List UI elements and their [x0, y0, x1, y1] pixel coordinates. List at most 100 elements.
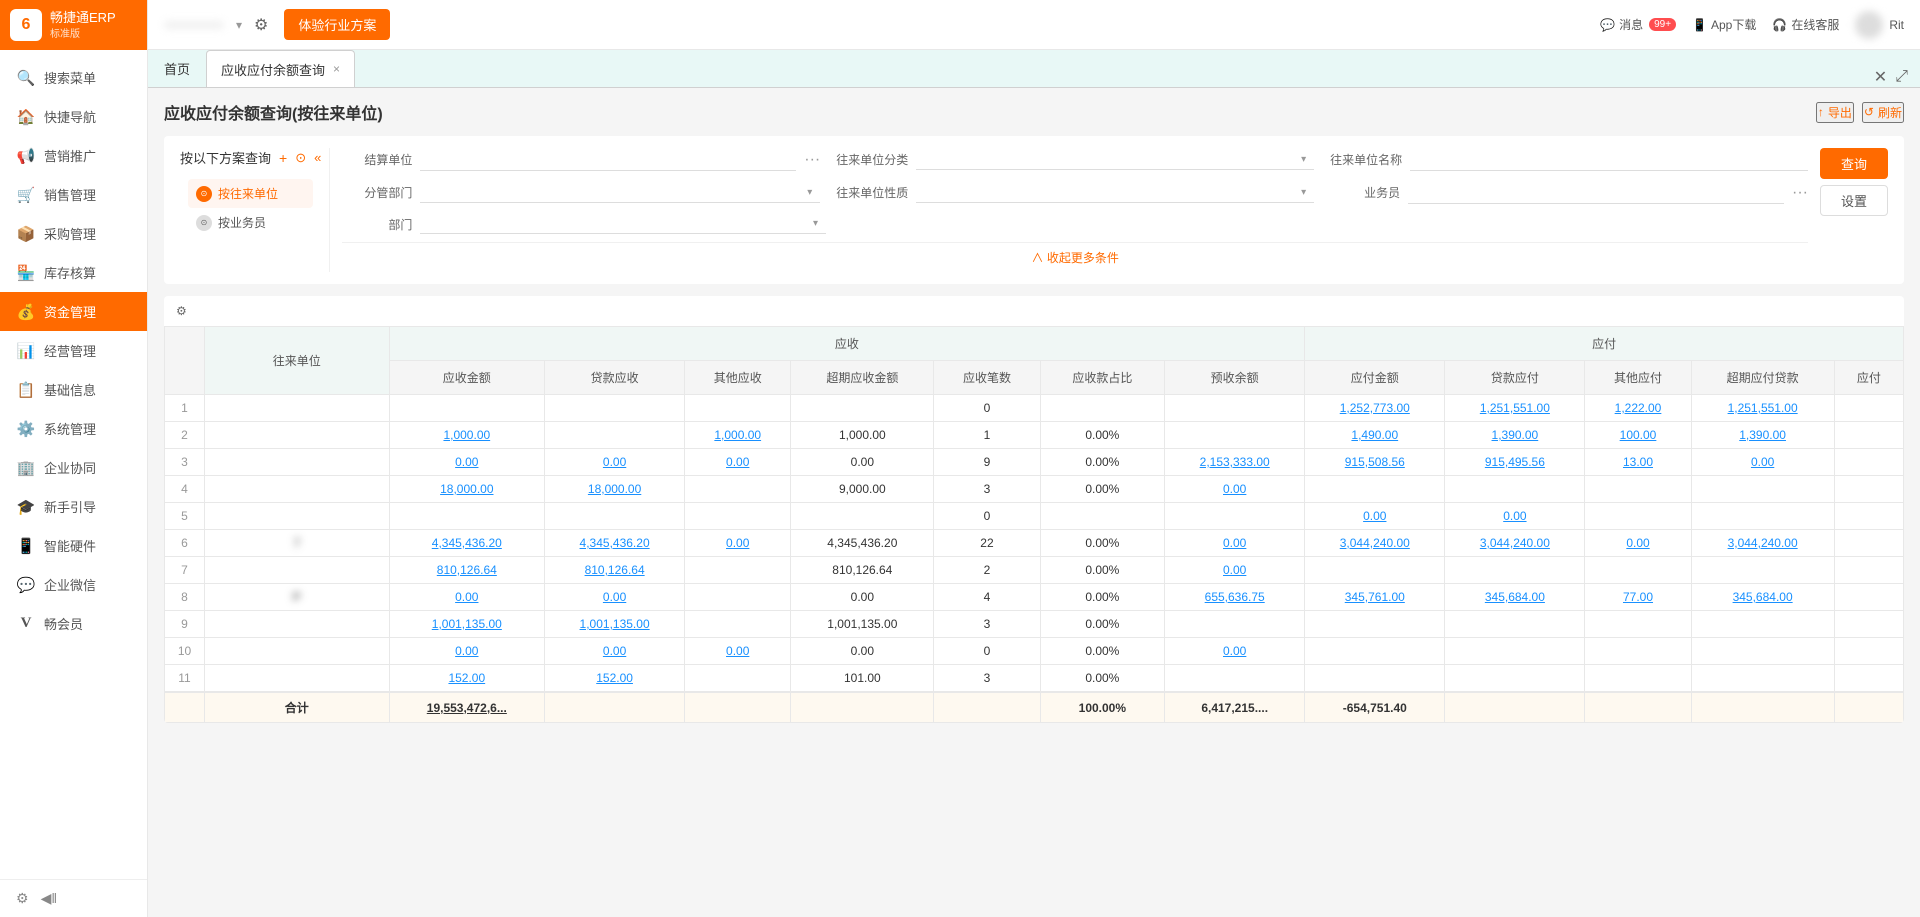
header-gear-icon[interactable]: ⚙ [254, 15, 268, 35]
sidebar-item-inventory[interactable]: 🏪 库存核算 [0, 253, 147, 292]
cell-ap-loan[interactable]: 915,495.56 [1445, 449, 1585, 476]
tab-close-btn[interactable]: × [333, 62, 340, 76]
tab-home[interactable]: 首页 [148, 50, 206, 87]
filter-nav-by-salesperson[interactable]: ⊙ 按业务员 [188, 208, 313, 237]
partner-name-input[interactable] [1410, 148, 1808, 171]
settlement-unit-input[interactable] [420, 148, 796, 171]
cell-ap-overdue[interactable]: 0.00 [1691, 449, 1834, 476]
cell-ap-loan[interactable]: 1,390.00 [1445, 422, 1585, 449]
sidebar-item-hardware[interactable]: 📱 智能硬件 [0, 526, 147, 565]
cell-ap-other[interactable]: 77.00 [1585, 584, 1691, 611]
promo-button[interactable]: 体验行业方案 [284, 9, 390, 40]
cell-ar-amount[interactable]: 0.00 [389, 449, 544, 476]
tab-close-window-btn[interactable]: ✕ [1874, 67, 1887, 87]
cell-ap-overdue[interactable]: 1,390.00 [1691, 422, 1834, 449]
cell-ar-loan[interactable]: 152.00 [545, 665, 685, 693]
cell-ap-other[interactable]: 1,222.00 [1585, 395, 1691, 422]
cell-ar-amount[interactable]: 152.00 [389, 665, 544, 693]
cell-ap-overdue[interactable]: 3,044,240.00 [1691, 530, 1834, 557]
cell-ap-other[interactable]: 13.00 [1585, 449, 1691, 476]
cell-ar-amount[interactable]: 1,000.00 [389, 422, 544, 449]
cell-ap-amount[interactable]: 3,044,240.00 [1305, 530, 1445, 557]
message-btn[interactable]: 💬 消息 99+ [1600, 16, 1676, 33]
cell-ar-amount[interactable]: 4,345,436.20 [389, 530, 544, 557]
sidebar-item-quick-nav[interactable]: 🏠 快捷导航 [0, 97, 147, 136]
cell-ap-loan[interactable]: 0.00 [1445, 503, 1585, 530]
collapse-more-btn[interactable]: ∧ 收起更多条件 [342, 242, 1808, 272]
header-dropdown[interactable]: ▾ [236, 18, 242, 32]
table-settings-icon[interactable]: ⚙ [176, 304, 187, 318]
cell-ar-loan[interactable]: 0.00 [545, 584, 685, 611]
cell-ap-amount[interactable]: 1,490.00 [1305, 422, 1445, 449]
partner-nature-select[interactable]: ▾ [916, 183, 1314, 203]
filter-nav-by-partner[interactable]: ⊙ 按往来单位 [188, 179, 313, 208]
cell-prepay[interactable]: 2,153,333.00 [1165, 449, 1305, 476]
sidebar-item-base-info[interactable]: 📋 基础信息 [0, 370, 147, 409]
sidebar-item-marketing[interactable]: 📢 营销推广 [0, 136, 147, 175]
cell-ap-other[interactable]: 100.00 [1585, 422, 1691, 449]
cell-ar-other[interactable]: 0.00 [685, 449, 791, 476]
cell-ar-loan[interactable]: 1,001,135.00 [545, 611, 685, 638]
filter-collapse-nav-btn[interactable]: « [314, 150, 321, 165]
cell-ap-amount[interactable]: 1,252,773.00 [1305, 395, 1445, 422]
cell-ar-loan[interactable]: 0.00 [545, 449, 685, 476]
cell-ar-other[interactable]: 0.00 [685, 530, 791, 557]
sidebar-item-member[interactable]: V 畅会员 [0, 604, 147, 643]
cell-ar-amount[interactable]: 0.00 [389, 638, 544, 665]
cell-ap-amount[interactable]: 345,761.00 [1305, 584, 1445, 611]
setting-button[interactable]: 设置 [1820, 185, 1888, 216]
online-service-btn[interactable]: 🎧 在线客服 [1772, 16, 1839, 33]
dept-manager-select[interactable]: ▾ [420, 183, 820, 203]
cell-ap-overdue[interactable]: 345,684.00 [1691, 584, 1834, 611]
sidebar-item-sales[interactable]: 🛒 销售管理 [0, 175, 147, 214]
settlement-unit-dots[interactable]: ··· [804, 151, 820, 169]
cell-prepay[interactable]: 655,636.75 [1165, 584, 1305, 611]
sidebar-item-finance[interactable]: 💰 资金管理 [0, 292, 147, 331]
partner-category-select[interactable]: ▾ [916, 150, 1314, 170]
sidebar-settings-btn[interactable]: ⚙ [16, 890, 29, 907]
cell-ap-amount[interactable]: 915,508.56 [1305, 449, 1445, 476]
cell-ap-loan[interactable]: 3,044,240.00 [1445, 530, 1585, 557]
sidebar-item-system[interactable]: ⚙️ 系统管理 [0, 409, 147, 448]
cell-ap-amount[interactable]: 0.00 [1305, 503, 1445, 530]
cell-ap-loan[interactable]: 345,684.00 [1445, 584, 1585, 611]
cell-prepay[interactable]: 0.00 [1165, 476, 1305, 503]
th-partner: 往来单位 [205, 327, 390, 395]
cell-ap-other[interactable]: 0.00 [1585, 530, 1691, 557]
cell-prepay[interactable]: 0.00 [1165, 530, 1305, 557]
tab-maximize-btn[interactable]: ⤢ [1895, 68, 1908, 86]
cell-ar-loan[interactable]: 0.00 [545, 638, 685, 665]
export-button[interactable]: ↑ 导出 [1816, 102, 1854, 123]
cell-ar-other[interactable]: 0.00 [685, 638, 791, 665]
cell-ar-amount[interactable]: 1,001,135.00 [389, 611, 544, 638]
department-select[interactable]: ▾ [420, 214, 826, 234]
cell-ap-overdue[interactable]: 1,251,551.00 [1691, 395, 1834, 422]
cell-ar-other[interactable]: 1,000.00 [685, 422, 791, 449]
cell-prepay[interactable]: 0.00 [1165, 638, 1305, 665]
cell-ar-loan[interactable]: 810,126.64 [545, 557, 685, 584]
sidebar-collapse-btn[interactable]: ◀‖ [41, 890, 58, 907]
sidebar-item-wechat[interactable]: 💬 企业微信 [0, 565, 147, 604]
app-download-btn[interactable]: 📱 App下载 [1692, 16, 1756, 33]
cell-ar-loan[interactable]: 18,000.00 [545, 476, 685, 503]
sidebar-item-purchase[interactable]: 📦 采购管理 [0, 214, 147, 253]
salesperson-input[interactable] [1408, 181, 1784, 204]
cell-prepay[interactable]: 0.00 [1165, 557, 1305, 584]
cell-ar-amount[interactable]: 0.00 [389, 584, 544, 611]
sidebar-item-enterprise[interactable]: 🏢 企业协同 [0, 448, 147, 487]
sidebar-item-operations[interactable]: 📊 经营管理 [0, 331, 147, 370]
refresh-button[interactable]: ↺ 刷新 [1862, 102, 1904, 123]
cell-ap-loan[interactable]: 1,251,551.00 [1445, 395, 1585, 422]
sidebar-item-guide[interactable]: 🎓 新手引导 [0, 487, 147, 526]
filter-settings-btn[interactable]: ⊙ [295, 150, 306, 166]
cell-ar-loan[interactable]: 4,345,436.20 [545, 530, 685, 557]
table-toolbar: ⚙ [164, 296, 1904, 326]
cell-ar-amount[interactable]: 18,000.00 [389, 476, 544, 503]
user-area: Rit [1855, 11, 1904, 39]
tab-active[interactable]: 应收应付余额查询 × [206, 50, 355, 87]
query-button[interactable]: 查询 [1820, 148, 1888, 179]
filter-add-btn[interactable]: + [279, 150, 287, 166]
sidebar-item-search-menu[interactable]: 🔍 搜索菜单 [0, 58, 147, 97]
salesperson-dots[interactable]: ··· [1792, 184, 1808, 202]
cell-ar-amount[interactable]: 810,126.64 [389, 557, 544, 584]
